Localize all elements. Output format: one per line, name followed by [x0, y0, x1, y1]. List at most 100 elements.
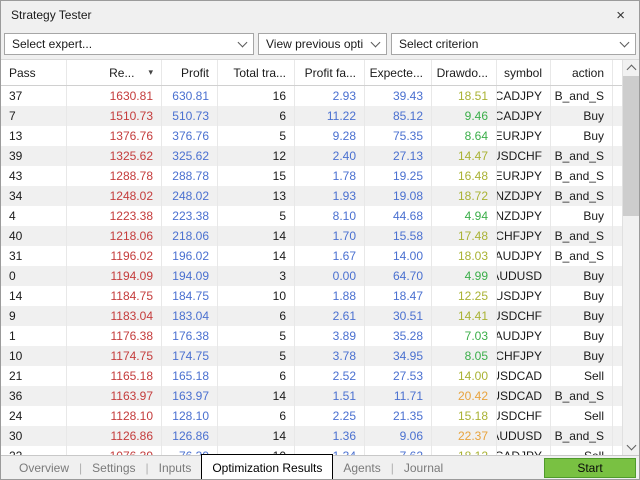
cell-result: 1128.10: [67, 406, 162, 426]
table-row[interactable]: 10 1174.75 174.75 5 3.78 34.95 8.05 CHFJPY Buy: [1, 346, 622, 366]
cell-pf: 9.28: [295, 126, 365, 146]
cell-result: 1510.73: [67, 106, 162, 126]
cell-symbol: AUDUSD: [497, 426, 551, 446]
cell-pass: 13: [1, 126, 67, 146]
cell-result: 1126.86: [67, 426, 162, 446]
table-row[interactable]: 43 1288.78 288.78 15 1.78 19.25 16.48 EURJPY B_a…: [1, 166, 622, 186]
table-row[interactable]: 01194.09194.0930.0064.704.99AUDUSDBuy: [1, 266, 622, 286]
table-row[interactable]: 13 1376.76 376.76 5 9.28 75.35 8.64 EURJPY Buy: [1, 126, 622, 146]
expert-select-label: Select expert...: [12, 37, 93, 51]
cell-action: Buy: [551, 126, 613, 146]
tab-settings[interactable]: Settings: [82, 456, 145, 479]
column-header[interactable]: Pass: [1, 60, 67, 85]
cell-profit: 218.06: [162, 226, 218, 246]
column-header[interactable]: Profit fa...: [295, 60, 365, 85]
scrollbar-thumb[interactable]: [623, 76, 639, 216]
cell-pass: 9: [1, 306, 67, 326]
scroll-down-icon[interactable]: [623, 439, 639, 455]
cell-action: B_and_S: [551, 386, 613, 406]
expert-select[interactable]: Select expert...: [4, 33, 254, 55]
criterion-select[interactable]: Select criterion: [391, 33, 636, 55]
vertical-scrollbar[interactable]: [622, 60, 639, 455]
cell-dd: 8.64: [432, 126, 497, 146]
cell-profit: 630.81: [162, 86, 218, 106]
table-row[interactable]: 4 1223.38 223.38 5 8.10 44.68 4.94 NZDJPY Buy: [1, 206, 622, 226]
cell-pf: 2.25: [295, 406, 365, 426]
table-row[interactable]: 361163.97163.97141.5111.7120.42USDCADB_a…: [1, 386, 622, 406]
column-header[interactable]: symbol: [497, 60, 551, 85]
criterion-select-label: Select criterion: [399, 37, 479, 51]
cell-pass: 1: [1, 326, 67, 346]
cell-trades: 6: [218, 366, 295, 386]
cell-dd: 18.12: [432, 446, 497, 455]
table-row[interactable]: 1 1176.38 176.38 5 3.89 35.28 7.03 AUDJPY Buy: [1, 326, 622, 346]
table-row[interactable]: 211165.18165.1862.5227.5314.00USDCADSell: [1, 366, 622, 386]
table-row[interactable]: 39 1325.62 325.62 12 2.40 27.13 14.47 USDCHF B_a…: [1, 146, 622, 166]
cell-action: Sell: [551, 446, 613, 455]
close-icon[interactable]: ×: [612, 6, 629, 25]
cell-action: B_and_S: [551, 226, 613, 246]
cell-payoff: 21.35: [365, 406, 432, 426]
cell-pass: 36: [1, 386, 67, 406]
cell-action: Buy: [551, 346, 613, 366]
cell-profit: 176.38: [162, 326, 218, 346]
cell-pf: 2.93: [295, 86, 365, 106]
table-row[interactable]: 40 1218.06 218.06 14 1.70 15.58 17.48 CHFJPY B_a…: [1, 226, 622, 246]
cell-action: B_and_S: [551, 146, 613, 166]
column-header[interactable]: Expecte...: [365, 60, 432, 85]
start-button[interactable]: Start: [544, 457, 636, 478]
cell-payoff: 34.95: [365, 346, 432, 366]
cell-symbol: EURJPY: [497, 126, 551, 146]
cell-symbol: USDCHF: [497, 406, 551, 426]
tab-inputs[interactable]: Inputs: [149, 456, 202, 479]
cell-result: 1165.18: [67, 366, 162, 386]
column-header[interactable]: Total tra...: [218, 60, 295, 85]
column-header-label: Profit: [180, 65, 209, 80]
cell-symbol: CADJPY: [497, 106, 551, 126]
cell-pass: 30: [1, 426, 67, 446]
table-row[interactable]: 31 1196.02 196.02 14 1.67 14.00 18.03 AUDJPY B_a…: [1, 246, 622, 266]
column-header[interactable]: action: [551, 60, 613, 85]
cell-result: 1376.76: [67, 126, 162, 146]
cell-payoff: 18.47: [365, 286, 432, 306]
table-row[interactable]: 37 1630.81 630.81 16 2.93 39.43 18.51 CADJPY B_a…: [1, 86, 622, 106]
previous-optimization-select[interactable]: View previous opti: [258, 33, 387, 55]
cell-trades: 12: [218, 146, 295, 166]
cell-trades: 6: [218, 406, 295, 426]
cell-profit: 376.76: [162, 126, 218, 146]
cell-profit: 174.75: [162, 346, 218, 366]
cell-pf: 0.00: [295, 266, 365, 286]
cell-dd: 14.00: [432, 366, 497, 386]
column-header[interactable]: Profit: [162, 60, 218, 85]
tab-optimization-results[interactable]: Optimization Results: [201, 454, 334, 479]
tab-overview[interactable]: Overview: [9, 456, 79, 479]
tab-agents[interactable]: Agents: [333, 456, 390, 479]
cell-profit: 183.04: [162, 306, 218, 326]
table-row[interactable]: 301126.86126.86141.369.0622.37AUDUSDB_an…: [1, 426, 622, 446]
scroll-up-icon[interactable]: [623, 60, 639, 76]
cell-trades: 5: [218, 206, 295, 226]
column-header-label: action: [571, 65, 604, 80]
scrollbar-track[interactable]: [623, 76, 639, 439]
tab-journal[interactable]: Journal: [394, 456, 453, 479]
cell-profit: 194.09: [162, 266, 218, 286]
cell-trades: 16: [218, 86, 295, 106]
cell-symbol: AUDJPY: [497, 246, 551, 266]
cell-pass: 39: [1, 146, 67, 166]
column-header[interactable]: Re... ▾: [67, 60, 162, 85]
table-row[interactable]: 14 1184.75 184.75 10 1.88 18.47 12.25 USDJPY Buy: [1, 286, 622, 306]
cell-payoff: 27.53: [365, 366, 432, 386]
cell-payoff: 35.28: [365, 326, 432, 346]
title-bar: Strategy Tester ×: [1, 1, 639, 29]
table-row[interactable]: 9 1183.04 183.04 6 2.61 30.51 14.41 USDCHF Buy: [1, 306, 622, 326]
cell-dd: 20.42: [432, 386, 497, 406]
table-row[interactable]: 7 1510.73 510.73 6 11.22 85.12 9.46 CADJPY Buy: [1, 106, 622, 126]
column-header[interactable]: Drawdo...: [432, 60, 497, 85]
cell-action: B_and_S: [551, 426, 613, 446]
table-row[interactable]: 24 1128.10 128.10 6 2.25 21.35 15.18 USDCHF Sell: [1, 406, 622, 426]
column-header-label: Total tra...: [233, 65, 286, 80]
table-row[interactable]: 34 1248.02 248.02 13 1.93 19.08 18.72 NZDJPY B_a…: [1, 186, 622, 206]
cell-dd: 8.05: [432, 346, 497, 366]
cell-dd: 4.99: [432, 266, 497, 286]
cell-symbol: USDJPY: [497, 286, 551, 306]
